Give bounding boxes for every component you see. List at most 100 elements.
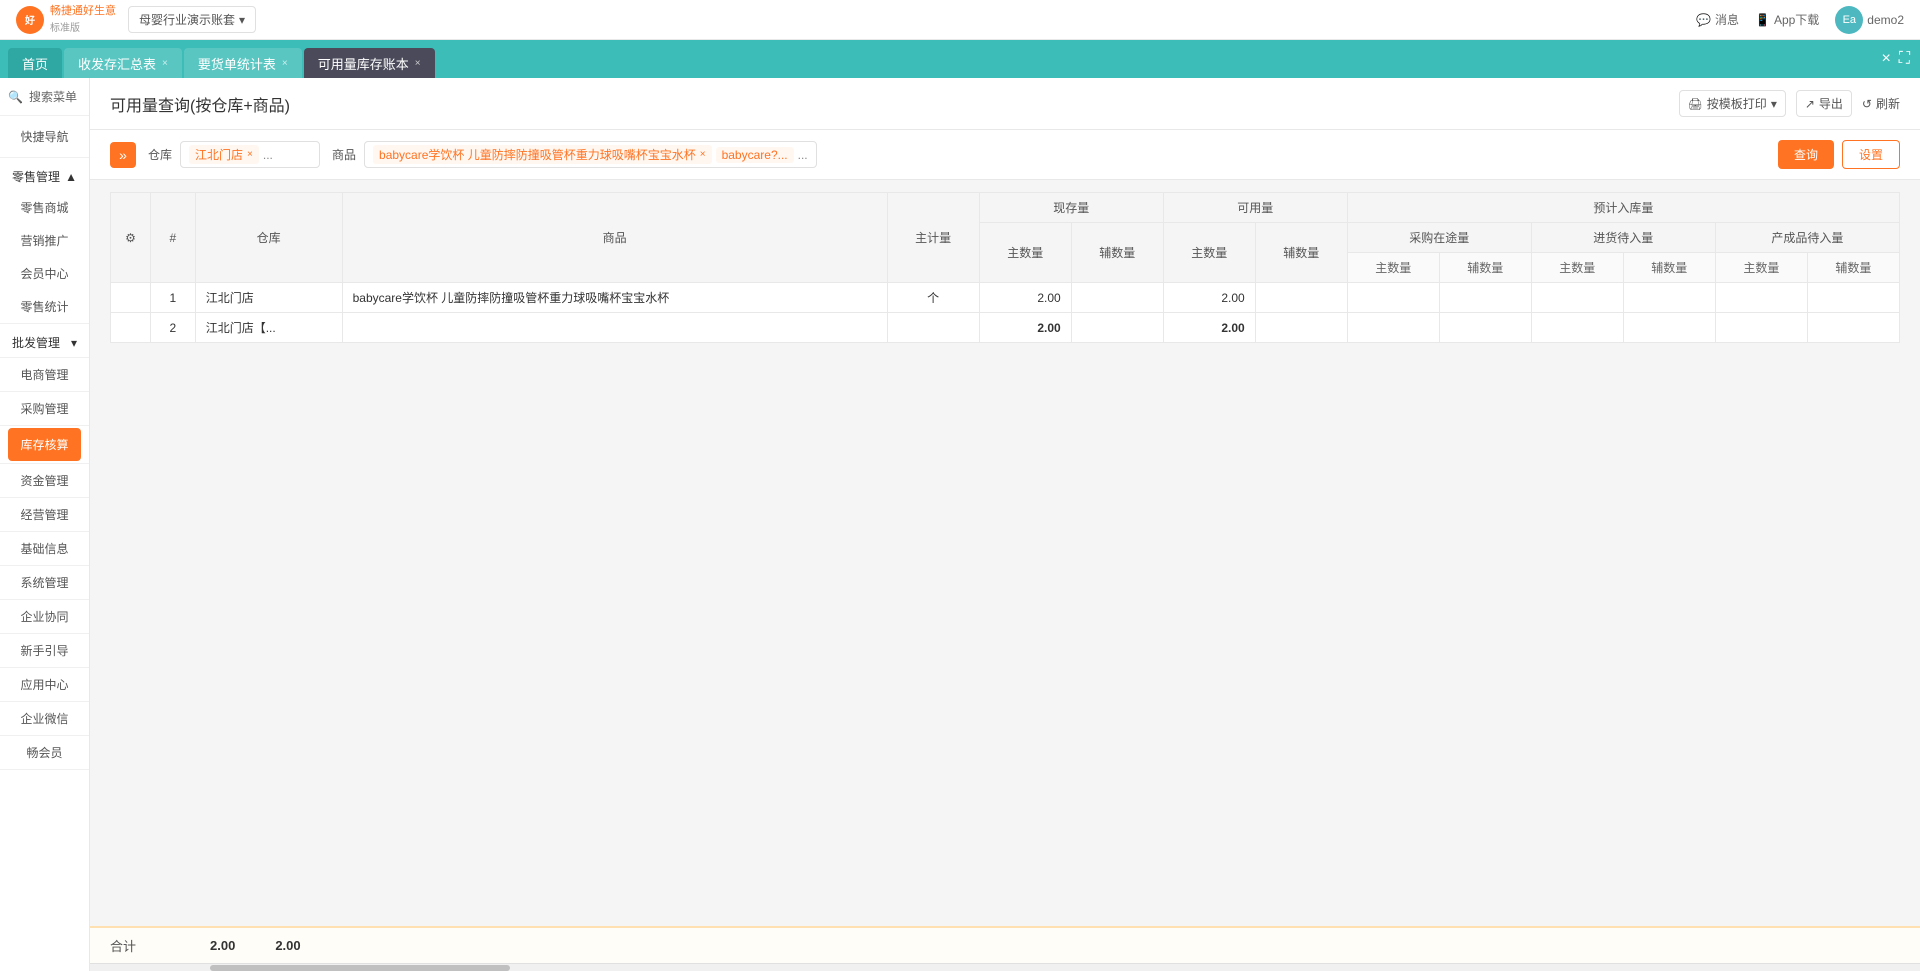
product-more[interactable]: ... xyxy=(798,148,808,162)
col-production-main: 主数量 xyxy=(1715,253,1807,283)
product-tag-1-remove[interactable]: × xyxy=(700,149,706,160)
sidebar-item-finance[interactable]: 资金管理 xyxy=(0,464,89,497)
tab-available-stock-close[interactable]: × xyxy=(415,58,421,69)
filter-actions: 查询 设置 xyxy=(1778,140,1900,169)
summary-bar: 合计 2.00 2.00 xyxy=(90,926,1920,963)
tab-available-stock[interactable]: 可用量库存账本 × xyxy=(304,48,435,78)
tab-collect-label: 收发存汇总表 xyxy=(78,54,156,73)
query-button[interactable]: 查询 xyxy=(1778,140,1834,169)
sidebar-search[interactable]: 🔍 搜索菜单 xyxy=(0,78,89,116)
row2-product xyxy=(342,313,887,343)
chevron-down-icon: ▾ xyxy=(71,336,77,350)
col-stock-main: 主数量 xyxy=(979,223,1071,283)
table-row: 2 江北门店【... 2.00 2.00 xyxy=(111,313,1900,343)
sidebar-item-member[interactable]: 畅会员 xyxy=(0,736,89,769)
scroll-thumb[interactable] xyxy=(210,965,510,971)
filter-toggle-button[interactable]: » xyxy=(110,142,136,168)
row1-purchase-main xyxy=(1347,283,1439,313)
sidebar-item-purchase[interactable]: 采购管理 xyxy=(0,392,89,425)
close-all-tabs-button[interactable]: × xyxy=(1881,50,1890,68)
col-available-group: 可用量 xyxy=(1163,193,1347,223)
warehouse-tag-remove[interactable]: × xyxy=(247,149,253,160)
refresh-icon: ↺ xyxy=(1862,97,1872,111)
row2-purchase-main xyxy=(1347,313,1439,343)
summary-label: 合计 xyxy=(110,936,190,955)
row2-stock-sub xyxy=(1071,313,1163,343)
table-row: 1 江北门店 babycare学饮杯 儿童防摔防撞吸管杯重力球吸嘴杯宝宝水杯 个… xyxy=(111,283,1900,313)
sidebar-section-wholesale: 批发管理 ▾ xyxy=(0,324,89,358)
top-bar: 好 畅捷通好生意 标准版 母婴行业演示账套 ▾ 💬 消息 📱 App下载 Ea … xyxy=(0,0,1920,40)
summary-values: 2.00 2.00 xyxy=(210,938,301,953)
sidebar-item-marketing[interactable]: 营销推广 xyxy=(0,224,89,257)
row2-production-sub xyxy=(1807,313,1899,343)
col-available-main: 主数量 xyxy=(1163,223,1255,283)
col-production-group: 产成品待入量 xyxy=(1715,223,1899,253)
print-label: 按模板打印 xyxy=(1707,95,1767,112)
content-area: 可用量查询(按仓库+商品) 🖨 按模板打印 ▾ ↗ 导出 ↺ 刷新 xyxy=(90,78,1920,971)
tab-order-stat-close[interactable]: × xyxy=(282,58,288,69)
sidebar-retail-label: 零售管理 xyxy=(12,168,60,185)
sidebar-item-operations[interactable]: 经营管理 xyxy=(0,498,89,531)
sidebar-item-member-center[interactable]: 会员中心 xyxy=(0,257,89,290)
row2-production-main xyxy=(1715,313,1807,343)
row1-warehouse: 江北门店 xyxy=(195,283,342,313)
tab-collect-close[interactable]: × xyxy=(162,58,168,69)
industry-selector[interactable]: 母婴行业演示账套 ▾ xyxy=(128,6,256,33)
col-forecast-group: 预计入库量 xyxy=(1347,193,1899,223)
sidebar-item-system[interactable]: 系统管理 xyxy=(0,566,89,599)
refresh-button[interactable]: ↺ 刷新 xyxy=(1862,95,1900,112)
warehouse-tag: 江北门店 × xyxy=(189,145,259,164)
tab-order-stat[interactable]: 要货单统计表 × xyxy=(184,48,302,78)
message-icon: 💬 xyxy=(1696,13,1711,27)
fullscreen-button[interactable]: ⛶ xyxy=(1899,50,1910,68)
table-body: 1 江北门店 babycare学饮杯 儿童防摔防撞吸管杯重力球吸嘴杯宝宝水杯 个… xyxy=(111,283,1900,343)
sidebar-wholesale-label: 批发管理 xyxy=(12,334,60,351)
tab-home[interactable]: 首页 xyxy=(8,48,62,78)
chevron-down-icon: ▾ xyxy=(239,13,245,27)
sidebar-item-retail-mall[interactable]: 零售商城 xyxy=(0,191,89,224)
logo-area: 好 畅捷通好生意 标准版 xyxy=(16,5,116,33)
refresh-label: 刷新 xyxy=(1876,95,1900,112)
sidebar-section-ecommerce: 电商管理 xyxy=(0,358,89,392)
sidebar-item-appstore[interactable]: 应用中心 xyxy=(0,668,89,701)
sidebar-item-retail-stats[interactable]: 零售统计 xyxy=(0,290,89,323)
sidebar-section-appstore: 应用中心 xyxy=(0,668,89,702)
product-filter-group: 商品 babycare学饮杯 儿童防摔防撞吸管杯重力球吸嘴杯宝宝水杯 × bab… xyxy=(332,141,817,168)
warehouse-more[interactable]: ... xyxy=(263,148,273,162)
sidebar-item-quick-nav[interactable]: 快捷导航 xyxy=(0,120,89,153)
filter-bar: » 仓库 江北门店 × ... 商品 babycare学饮杯 儿童防摔防撞吸管杯… xyxy=(90,130,1920,180)
row1-incoming-main xyxy=(1531,283,1623,313)
sidebar-item-enterprise[interactable]: 企业协同 xyxy=(0,600,89,633)
export-icon: ↗ xyxy=(1805,97,1815,111)
row1-stock-main: 2.00 xyxy=(979,283,1071,313)
nav-tab-actions: × ⛶ xyxy=(1881,50,1910,68)
col-stock-sub: 辅数量 xyxy=(1071,223,1163,283)
tab-collect[interactable]: 收发存汇总表 × xyxy=(64,48,182,78)
row1-production-main xyxy=(1715,283,1807,313)
user-action[interactable]: Ea demo2 xyxy=(1835,6,1904,34)
product-input[interactable]: babycare学饮杯 儿童防摔防撞吸管杯重力球吸嘴杯宝宝水杯 × babyca… xyxy=(364,141,817,168)
settings-button[interactable]: 设置 xyxy=(1842,140,1900,169)
sidebar-item-guide[interactable]: 新手引导 xyxy=(0,634,89,667)
sidebar-retail-header[interactable]: 零售管理 ▲ xyxy=(0,158,89,191)
sidebar-item-basic[interactable]: 基础信息 xyxy=(0,532,89,565)
sidebar-section-enterprise: 企业协同 xyxy=(0,600,89,634)
product-label: 商品 xyxy=(332,146,356,163)
message-action[interactable]: 💬 消息 xyxy=(1696,11,1739,28)
col-purchase-group: 采购在途量 xyxy=(1347,223,1531,253)
sidebar-wholesale-header[interactable]: 批发管理 ▾ xyxy=(0,324,89,357)
chevron-icon: ▲ xyxy=(65,170,77,184)
print-button[interactable]: 🖨 按模板打印 ▾ xyxy=(1679,90,1786,117)
row1-incoming-sub xyxy=(1623,283,1715,313)
sidebar-item-ecommerce[interactable]: 电商管理 xyxy=(0,358,89,391)
row1-available-main: 2.00 xyxy=(1163,283,1255,313)
sidebar-section-inventory: 库存核算 xyxy=(0,426,89,464)
export-button[interactable]: ↗ 导出 xyxy=(1796,90,1852,117)
product-tag-1: babycare学饮杯 儿童防摔防撞吸管杯重力球吸嘴杯宝宝水杯 × xyxy=(373,145,712,164)
warehouse-input[interactable]: 江北门店 × ... xyxy=(180,141,320,168)
sidebar-section-member: 畅会员 xyxy=(0,736,89,770)
sidebar-item-inventory[interactable]: 库存核算 xyxy=(8,428,81,461)
sidebar-section-finance: 资金管理 xyxy=(0,464,89,498)
sidebar-item-wechat[interactable]: 企业微信 xyxy=(0,702,89,735)
app-download-action[interactable]: 📱 App下载 xyxy=(1755,11,1819,28)
